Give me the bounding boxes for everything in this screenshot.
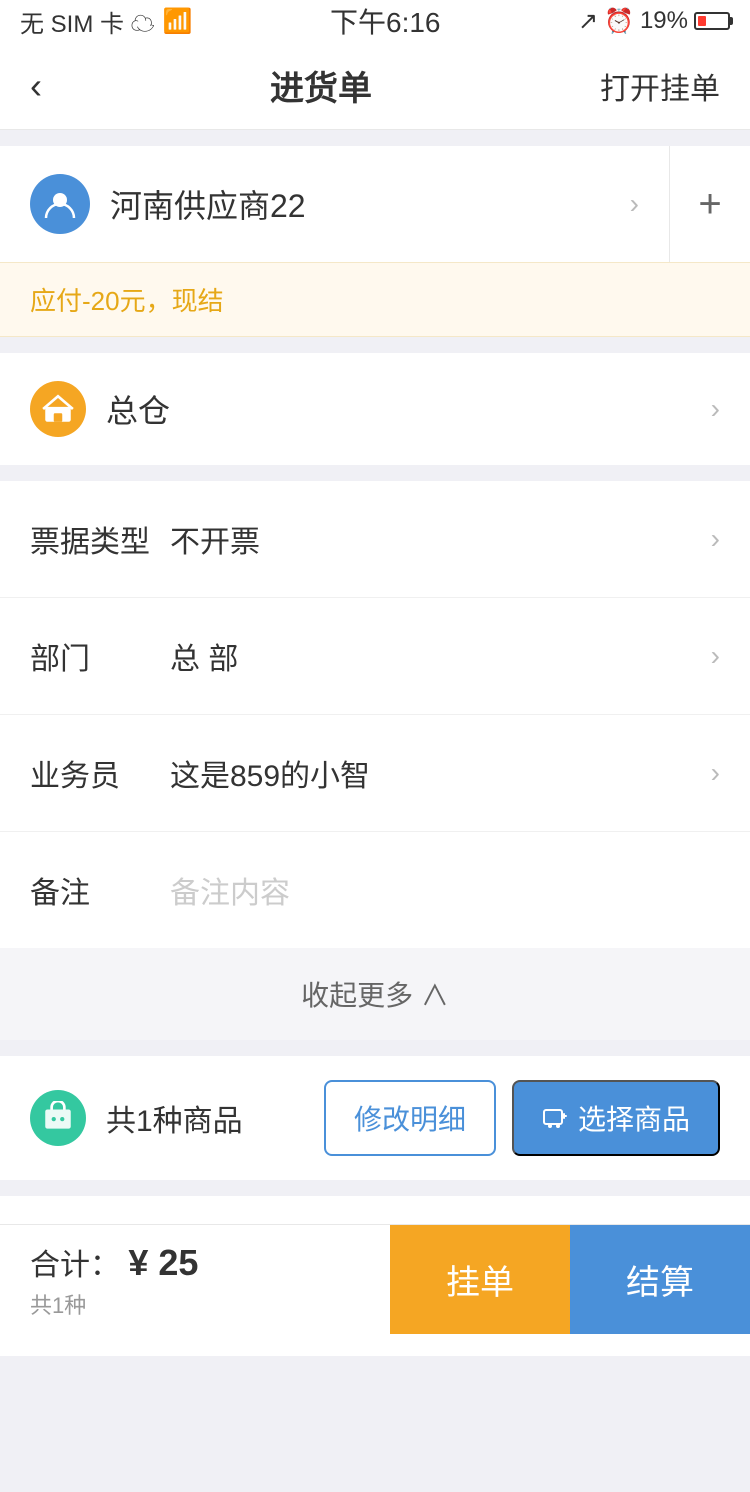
- back-button[interactable]: ‹: [30, 65, 42, 107]
- department-value: 总 部: [170, 634, 701, 678]
- invoice-label: 票据类型: [30, 517, 170, 561]
- page-title: 进货单: [270, 61, 372, 110]
- location-icon: ↗: [578, 7, 598, 36]
- remark-input[interactable]: 备注内容: [170, 868, 720, 912]
- add-supplier-button[interactable]: +: [670, 146, 750, 262]
- remark-row[interactable]: 备注 备注内容: [0, 832, 750, 948]
- supplier-name: 河南供应商22: [110, 181, 620, 227]
- collapse-button[interactable]: 收起更多 ∧: [0, 948, 750, 1040]
- status-right: ↗ ⏰ 19%: [578, 7, 730, 36]
- bottom-bar: 合计： ¥ 25 共1种 挂单 结算: [0, 1224, 750, 1334]
- total-label-amount: 合计： ¥ 25: [30, 1240, 360, 1284]
- products-header: 共1种商品 修改明细 选择商品: [0, 1056, 750, 1180]
- department-row[interactable]: 部门 总 部 ›: [0, 598, 750, 715]
- nav-bar: ‹ 进货单 打开挂单: [0, 42, 750, 130]
- chevron-right-icon: ›: [711, 757, 720, 789]
- chevron-right-icon: ›: [711, 523, 720, 555]
- sim-label: 无 SIM 卡 ☁: [20, 4, 155, 39]
- supplier-selector[interactable]: 河南供应商22 ›: [0, 146, 670, 262]
- edit-detail-button[interactable]: 修改明细: [324, 1080, 496, 1156]
- warehouse-name: 总仓: [106, 386, 701, 432]
- warehouse-selector[interactable]: 总仓 ›: [0, 353, 750, 465]
- battery-label: 19%: [640, 7, 688, 35]
- invoice-row[interactable]: 票据类型 不开票 ›: [0, 481, 750, 598]
- select-product-label: 选择商品: [578, 1098, 690, 1138]
- invoice-value: 不开票: [170, 517, 701, 561]
- warehouse-icon: [30, 381, 86, 437]
- cart-icon: [542, 1104, 570, 1132]
- chevron-right-icon: ›: [630, 188, 639, 220]
- alarm-icon: ⏰: [604, 7, 634, 36]
- total-amount: ¥ 25: [128, 1242, 198, 1283]
- wifi-icon: 📶: [163, 7, 193, 36]
- battery-icon: [694, 12, 730, 30]
- salesperson-label: 业务员: [30, 751, 170, 795]
- total-label: 合计：: [30, 1249, 120, 1282]
- supplier-avatar: [30, 174, 90, 234]
- total-section: 合计： ¥ 25 共1种: [0, 1225, 390, 1334]
- products-icon: [30, 1090, 86, 1146]
- form-section: 票据类型 不开票 › 部门 总 部 › 业务员 这是859的小智 › 备注 备注…: [0, 481, 750, 948]
- products-count: 共1种商品: [106, 1096, 324, 1140]
- chevron-right-icon: ›: [711, 393, 720, 425]
- remark-label: 备注: [30, 868, 170, 912]
- chevron-right-icon: ›: [711, 640, 720, 672]
- department-label: 部门: [30, 634, 170, 678]
- checkout-button[interactable]: 结算: [570, 1225, 750, 1334]
- salesperson-row[interactable]: 业务员 这是859的小智 ›: [0, 715, 750, 832]
- status-left: 无 SIM 卡 ☁ 📶: [20, 4, 193, 39]
- status-time: 下午6:16: [330, 1, 441, 41]
- status-bar: 无 SIM 卡 ☁ 📶 下午6:16 ↗ ⏰ 19%: [0, 0, 750, 42]
- open-hang-button[interactable]: 打开挂单: [600, 64, 720, 108]
- salesperson-value: 这是859的小智: [170, 751, 701, 795]
- hang-button[interactable]: 挂单: [390, 1225, 570, 1334]
- supplier-notice: 应付-20元，现结: [0, 262, 750, 337]
- supplier-section: 河南供应商22 › + 应付-20元，现结: [0, 146, 750, 337]
- select-product-button[interactable]: 选择商品: [512, 1080, 720, 1156]
- total-sub: 共1种: [30, 1288, 360, 1320]
